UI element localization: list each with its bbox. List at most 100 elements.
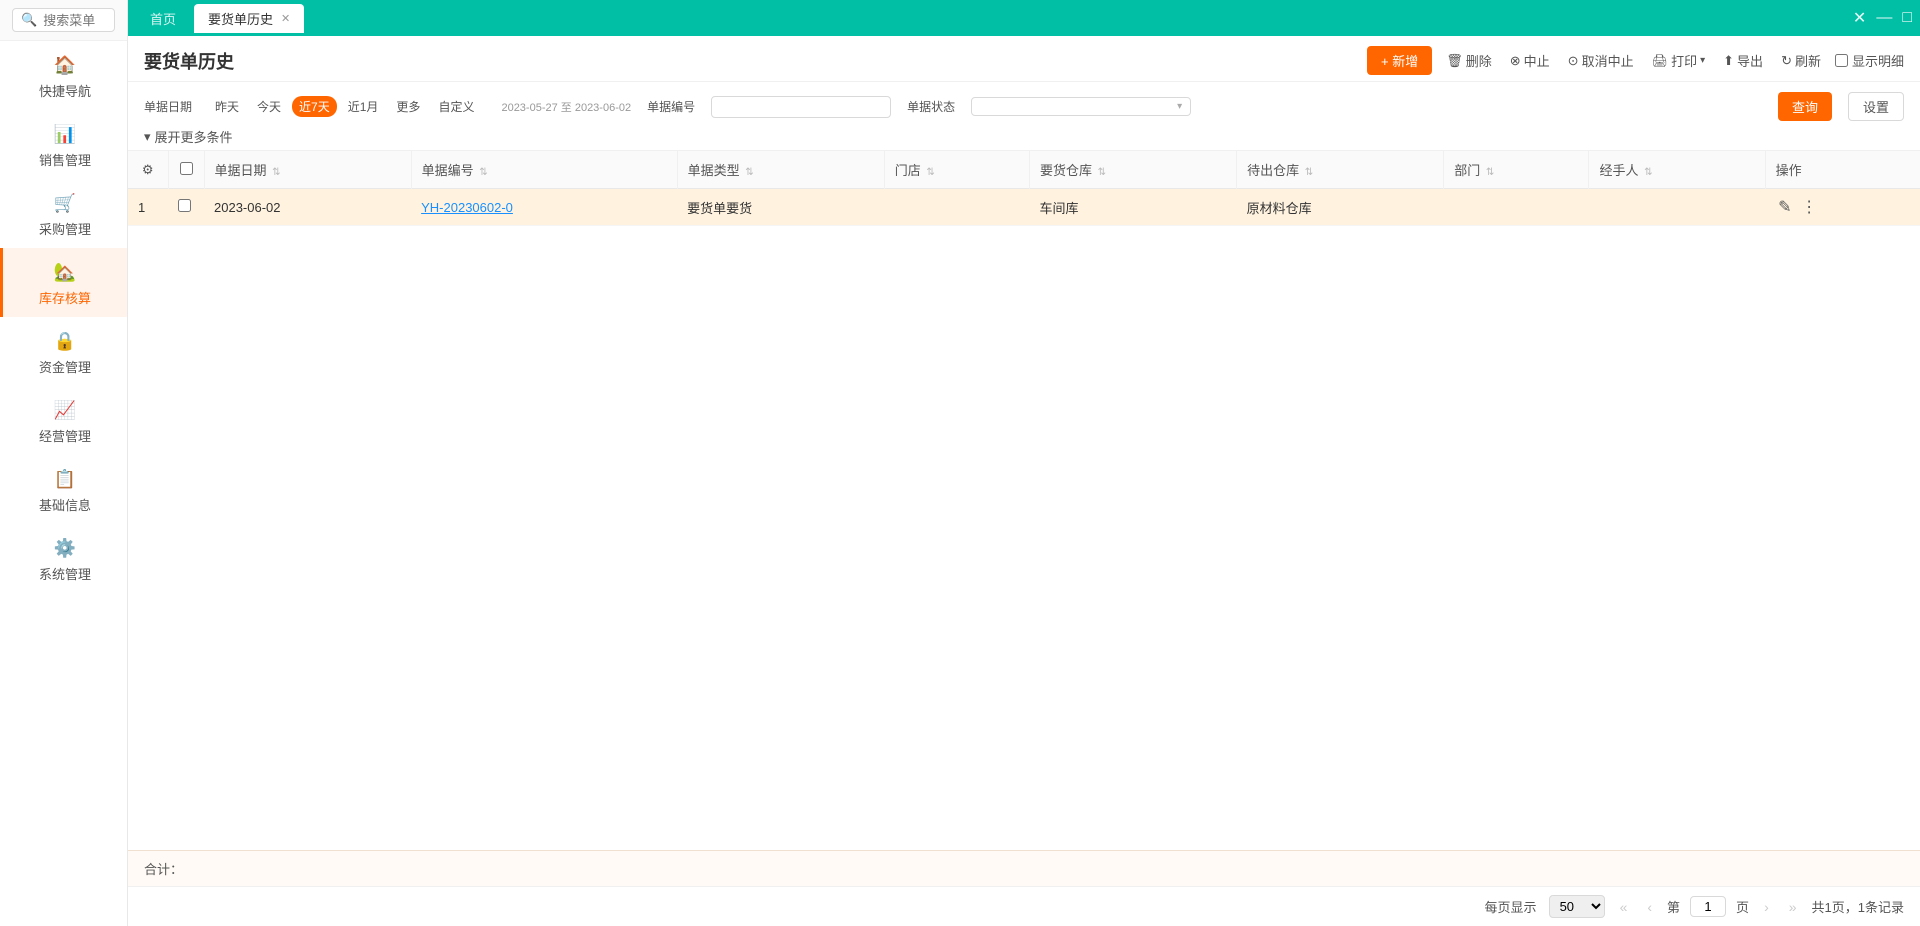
status-dropdown-icon: ▾ — [1177, 101, 1182, 112]
prev-page-btn[interactable]: ‹ — [1642, 897, 1657, 917]
show-detail-wrap: 显示明细 — [1835, 51, 1904, 70]
cancel-stop-button[interactable]: ⊙ 取消中止 — [1564, 47, 1638, 74]
tab-home-label: 首页 — [150, 9, 176, 28]
sort-date-icon[interactable]: ⇅ — [272, 167, 280, 178]
sidebar-item-label: 基础信息 — [39, 495, 91, 514]
sidebar-search-wrap[interactable]: 🔍 — [12, 8, 115, 32]
th-department: 部门 ⇅ — [1444, 151, 1589, 189]
delete-icon: 🗑 — [1446, 53, 1463, 69]
sidebar-item-operations[interactable]: 📈 经营管理 — [0, 386, 127, 455]
expand-label: 展开更多条件 — [155, 127, 233, 146]
th-bill-no: 单据编号 ⇅ — [411, 151, 677, 189]
th-store-label: 门店 — [895, 163, 921, 178]
bill-number-input[interactable] — [711, 96, 891, 118]
date-filter-label: 单据日期 — [144, 98, 192, 115]
th-action-label: 操作 — [1776, 163, 1802, 178]
page-size-label: 每页显示 — [1485, 897, 1537, 916]
query-button[interactable]: 查询 — [1778, 92, 1832, 121]
last-page-btn[interactable]: » — [1784, 897, 1802, 917]
sidebar-item-purchase[interactable]: 🛒 采购管理 — [0, 179, 127, 248]
basic-icon: 📋 — [54, 469, 76, 490]
tab-requisition-history[interactable]: 要货单历史 ✕ — [194, 4, 304, 33]
sort-pending-warehouse-icon[interactable]: ⇅ — [1305, 167, 1313, 178]
table-wrap: ⚙ 单据日期 ⇅ 单据编号 ⇅ — [128, 151, 1920, 850]
filter-row: 单据日期 昨天 今天 近7天 近1月 更多 自定义 2023-05-27 至 2… — [144, 92, 1904, 121]
sidebar-item-inventory[interactable]: 🏡 库存核算 — [0, 248, 127, 317]
table-body: 1 2023-06-02 YH-20230602-0 要货单要货 车间库 原材料… — [128, 189, 1920, 226]
window-minimize-icon[interactable]: — — [1876, 9, 1892, 27]
date-range-text: 2023-05-27 至 2023-06-02 — [501, 99, 631, 115]
th-handler: 经手人 ⇅ — [1589, 151, 1765, 189]
cancel-stop-label: 取消中止 — [1582, 51, 1634, 70]
select-all-checkbox[interactable] — [180, 162, 193, 175]
window-maximize-icon[interactable]: □ — [1902, 9, 1912, 27]
page-of-label: 页 — [1736, 897, 1749, 916]
date-btn-more[interactable]: 更多 — [389, 96, 427, 117]
sort-department-icon[interactable]: ⇅ — [1486, 167, 1494, 178]
settings-gear-icon[interactable]: ⚙ — [142, 162, 154, 177]
bill-no-link[interactable]: YH-20230602-0 — [421, 200, 513, 215]
sidebar-item-label: 采购管理 — [39, 219, 91, 238]
tab-close-icon[interactable]: ✕ — [281, 12, 290, 25]
tab-home[interactable]: 首页 — [136, 4, 190, 33]
export-icon: ⬆ — [1723, 53, 1734, 69]
status-select[interactable]: ▾ — [971, 97, 1191, 116]
th-pending-warehouse: 待出仓库 ⇅ — [1237, 151, 1444, 189]
date-filter-btns: 昨天 今天 近7天 近1月 更多 自定义 — [208, 96, 481, 117]
row-checkbox[interactable] — [178, 199, 191, 212]
operations-icon: 📈 — [54, 400, 76, 421]
refresh-button[interactable]: ↻ 刷新 — [1777, 47, 1825, 74]
th-checkbox — [168, 151, 204, 189]
total-label: 共1页，1条记录 — [1812, 897, 1904, 916]
date-btn-today[interactable]: 今天 — [250, 96, 288, 117]
row-req-warehouse: 车间库 — [1030, 189, 1237, 226]
sidebar-search-input[interactable] — [43, 13, 106, 28]
sidebar-item-basic[interactable]: 📋 基础信息 — [0, 455, 127, 524]
first-page-btn[interactable]: « — [1615, 897, 1633, 917]
print-icon: 🖨 — [1652, 53, 1669, 69]
add-button[interactable]: + 新增 — [1367, 46, 1432, 75]
row-edit-button[interactable]: ✎ — [1778, 199, 1791, 216]
sidebar-item-system[interactable]: ⚙️ 系统管理 — [0, 524, 127, 593]
date-btn-1month[interactable]: 近1月 — [341, 96, 386, 117]
date-btn-7days[interactable]: 近7天 — [292, 96, 337, 117]
cancel-stop-icon: ⊙ — [1568, 53, 1579, 69]
row-pending-warehouse: 原材料仓库 — [1237, 189, 1444, 226]
date-btn-yesterday[interactable]: 昨天 — [208, 96, 246, 117]
sidebar-item-finance[interactable]: 🔒 资金管理 — [0, 317, 127, 386]
window-close-icon[interactable]: ✕ — [1853, 8, 1866, 28]
date-btn-custom[interactable]: 自定义 — [431, 96, 481, 117]
sidebar-item-quick-nav[interactable]: 🏠 快捷导航 — [0, 41, 127, 110]
page-header: 要货单历史 + 新增 🗑 删除 ⊗ 中止 ⊙ 取消中止 🖨 打印 — [128, 36, 1920, 82]
sort-store-icon[interactable]: ⇅ — [926, 167, 934, 178]
show-detail-label: 显示明细 — [1852, 51, 1904, 70]
row-more-button[interactable]: ⋮ — [1801, 199, 1817, 216]
show-detail-checkbox[interactable] — [1835, 54, 1848, 67]
th-store: 门店 ⇅ — [884, 151, 1029, 189]
export-button[interactable]: ⬆ 导出 — [1719, 47, 1767, 74]
settings-button[interactable]: 设置 — [1848, 92, 1904, 121]
th-req-warehouse-label: 要货仓库 — [1040, 163, 1092, 178]
data-table: ⚙ 单据日期 ⇅ 单据编号 ⇅ — [128, 151, 1920, 226]
table-row: 1 2023-06-02 YH-20230602-0 要货单要货 车间库 原材料… — [128, 189, 1920, 226]
system-icon: ⚙️ — [54, 538, 76, 559]
row-bill-no: YH-20230602-0 — [411, 189, 677, 226]
page-input[interactable] — [1690, 896, 1726, 917]
sidebar-item-label: 资金管理 — [39, 357, 91, 376]
next-page-btn[interactable]: › — [1759, 897, 1774, 917]
sidebar-item-sales[interactable]: 📊 销售管理 — [0, 110, 127, 179]
page-size-select[interactable]: 10 20 50 100 — [1549, 895, 1605, 918]
stop-button[interactable]: ⊗ 中止 — [1506, 47, 1554, 74]
expand-btn[interactable]: ▾ 展开更多条件 — [144, 127, 1904, 146]
sort-bill-type-icon[interactable]: ⇅ — [745, 167, 753, 178]
print-button[interactable]: 🖨 打印 ▾ — [1648, 47, 1710, 74]
sidebar-item-label: 销售管理 — [39, 150, 91, 169]
sort-bill-no-icon[interactable]: ⇅ — [479, 167, 487, 178]
th-pending-warehouse-label: 待出仓库 — [1247, 163, 1299, 178]
sort-handler-icon[interactable]: ⇅ — [1644, 167, 1652, 178]
delete-button[interactable]: 🗑 删除 — [1442, 47, 1496, 74]
sort-req-warehouse-icon[interactable]: ⇅ — [1098, 167, 1106, 178]
row-department — [1444, 189, 1589, 226]
th-action: 操作 — [1765, 151, 1920, 189]
delete-label: 删除 — [1466, 51, 1492, 70]
